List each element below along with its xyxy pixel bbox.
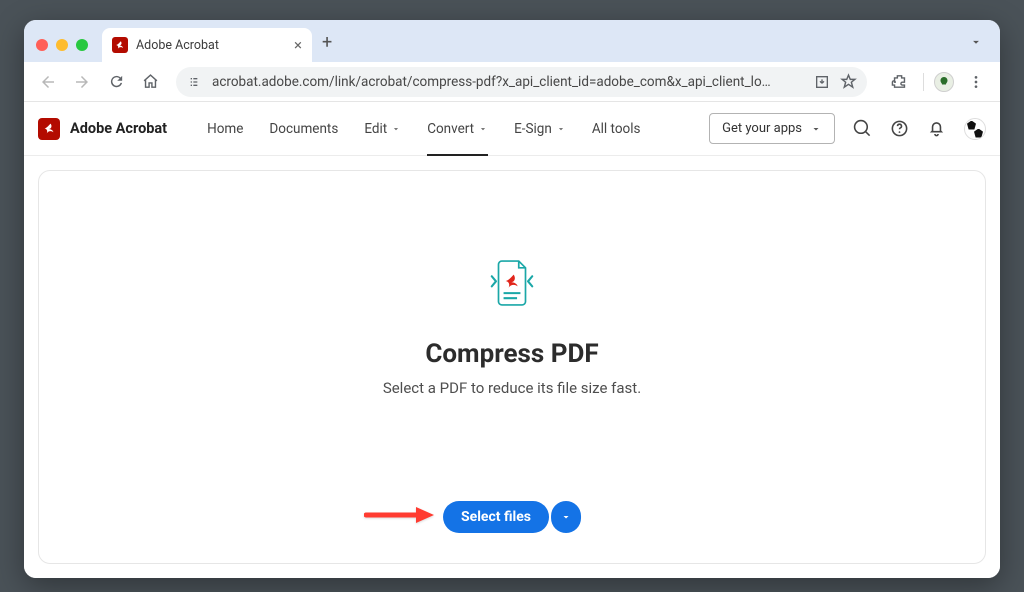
window-close-button[interactable] <box>36 39 48 51</box>
tab-strip: Adobe Acrobat × + <box>24 20 1000 62</box>
acrobat-logo-icon <box>38 118 60 140</box>
browser-toolbar: acrobat.adobe.com/link/acrobat/compress-… <box>24 62 1000 102</box>
profile-avatar[interactable] <box>934 72 954 92</box>
tab-close-icon[interactable]: × <box>294 36 302 54</box>
nav-documents[interactable]: Documents <box>269 102 338 155</box>
action-buttons: Select files <box>443 501 581 533</box>
tool-canvas: Compress PDF Select a PDF to reduce its … <box>24 156 1000 578</box>
acrobat-favicon-icon <box>112 37 128 53</box>
page-content: Adobe Acrobat Home Documents Edit Conver… <box>24 102 1000 578</box>
site-settings-icon[interactable] <box>186 74 202 90</box>
separator <box>923 73 924 91</box>
compress-card: Compress PDF Select a PDF to reduce its … <box>38 170 986 564</box>
new-tab-button[interactable]: + <box>322 32 332 53</box>
chevron-down-icon <box>391 124 401 134</box>
forward-button[interactable] <box>68 68 96 96</box>
nav-esign[interactable]: E-Sign <box>514 102 566 155</box>
profile-soccer-icon[interactable] <box>964 118 986 140</box>
kebab-menu-icon[interactable] <box>962 68 990 96</box>
chevron-down-icon <box>556 124 566 134</box>
reload-button[interactable] <box>102 68 130 96</box>
apps-button-label: Get your apps <box>722 121 802 136</box>
nav-esign-label: E-Sign <box>514 121 552 137</box>
select-files-button[interactable]: Select files <box>443 501 549 533</box>
nav-home[interactable]: Home <box>207 102 243 155</box>
url-text: acrobat.adobe.com/link/acrobat/compress-… <box>212 74 804 90</box>
traffic-lights <box>36 28 88 62</box>
nav-edit-label: Edit <box>364 121 387 137</box>
window-minimize-button[interactable] <box>56 39 68 51</box>
window-maximize-button[interactable] <box>76 39 88 51</box>
compress-document-icon <box>485 253 539 313</box>
product-brand: Adobe Acrobat <box>38 118 167 140</box>
nav-convert-label: Convert <box>427 121 474 137</box>
extensions-icon[interactable] <box>885 68 913 96</box>
nav-all-tools[interactable]: All tools <box>592 102 641 155</box>
browser-tab[interactable]: Adobe Acrobat × <box>102 28 312 62</box>
nav-convert[interactable]: Convert <box>427 102 488 155</box>
bell-icon[interactable] <box>927 119 946 138</box>
tab-title: Adobe Acrobat <box>136 38 286 53</box>
bookmark-star-icon[interactable] <box>840 73 857 90</box>
chevron-down-icon <box>810 123 822 135</box>
address-bar[interactable]: acrobat.adobe.com/link/acrobat/compress-… <box>176 67 867 97</box>
browser-right-icons <box>885 68 990 96</box>
chevron-down-icon <box>478 124 488 134</box>
browser-window: Adobe Acrobat × + acrobat.adobe.com/link… <box>24 20 1000 578</box>
header-right: Get your apps <box>709 113 986 144</box>
chevron-down-icon <box>560 511 572 523</box>
app-header: Adobe Acrobat Home Documents Edit Conver… <box>24 102 1000 156</box>
window-dropdown-button[interactable] <box>962 32 990 52</box>
back-button[interactable] <box>34 68 62 96</box>
home-button[interactable] <box>136 68 164 96</box>
nav-edit[interactable]: Edit <box>364 102 401 155</box>
page-subheading: Select a PDF to reduce its file size fas… <box>383 379 641 397</box>
help-icon[interactable] <box>890 119 909 138</box>
select-files-dropdown-button[interactable] <box>551 501 581 533</box>
annotation-arrow-icon <box>364 505 436 525</box>
product-name: Adobe Acrobat <box>70 120 167 137</box>
get-your-apps-button[interactable]: Get your apps <box>709 113 835 144</box>
primary-nav: Home Documents Edit Convert E-Sign All t… <box>207 102 640 155</box>
install-app-icon[interactable] <box>814 74 830 90</box>
search-icon[interactable] <box>853 119 872 138</box>
page-heading: Compress PDF <box>425 339 598 369</box>
